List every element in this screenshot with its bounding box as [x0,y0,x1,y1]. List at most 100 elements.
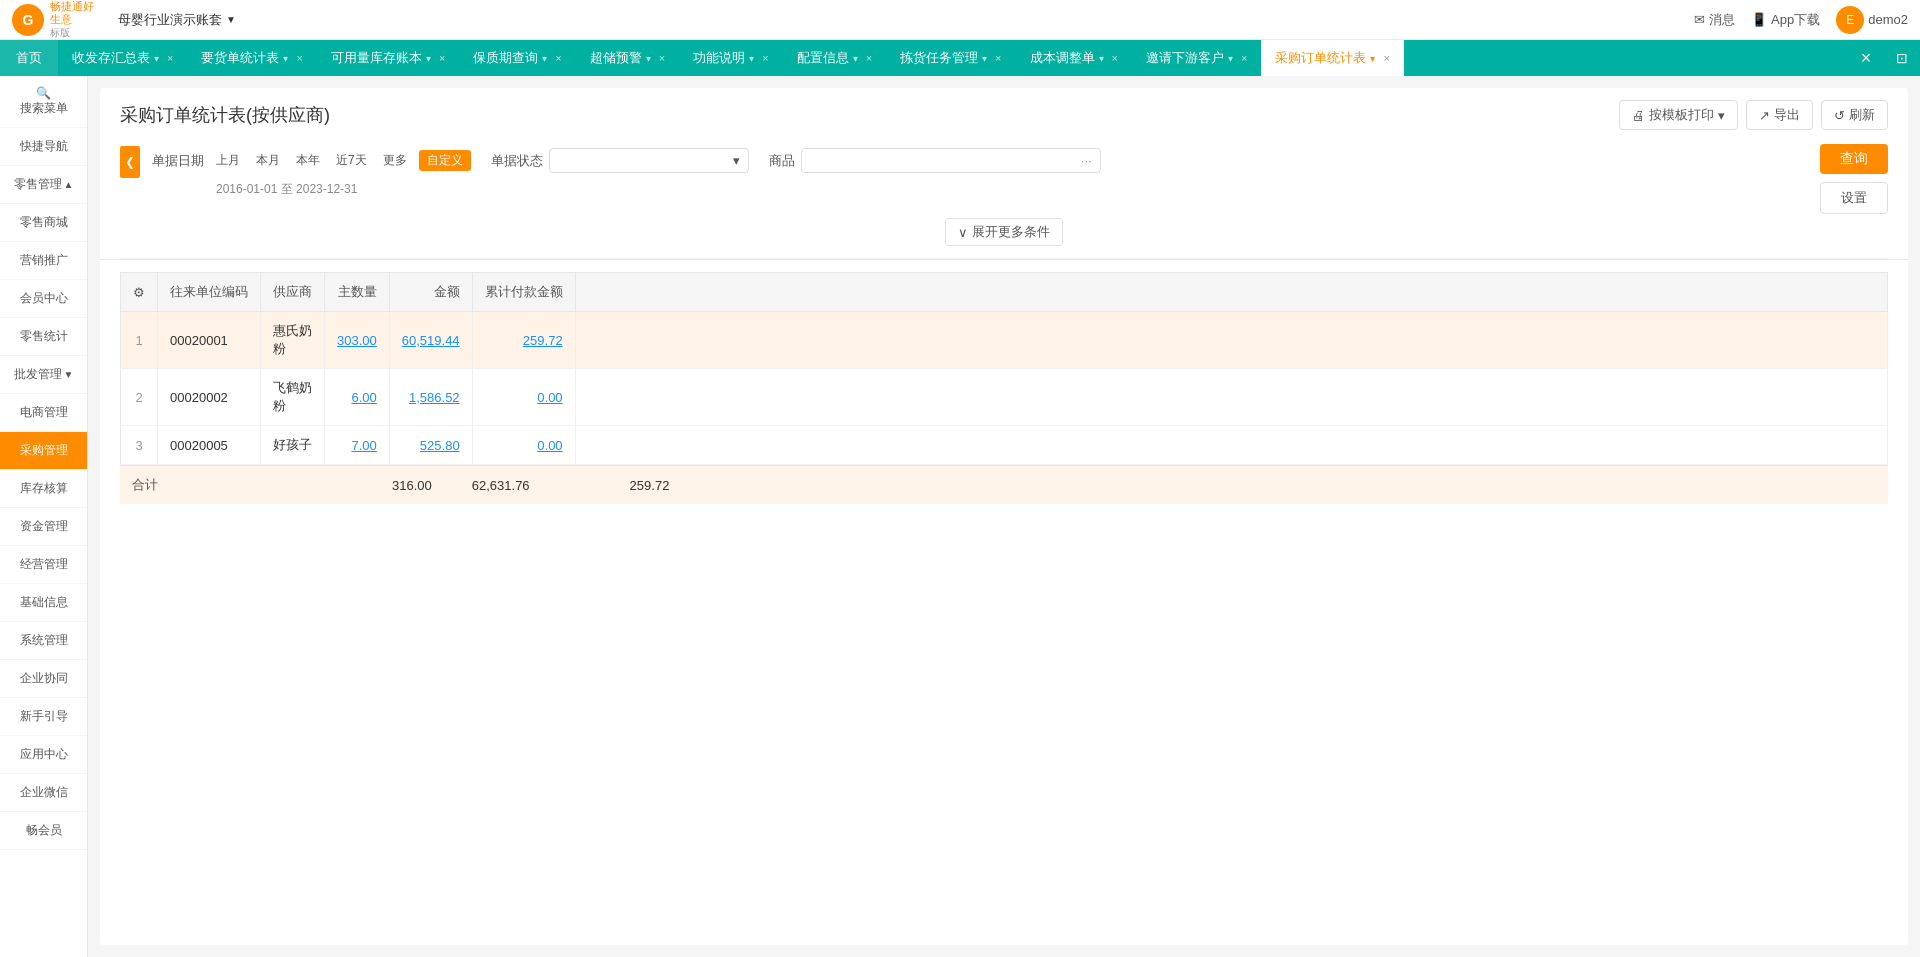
shortcut-7days[interactable]: 近7天 [330,150,373,171]
tab-overstock[interactable]: 超储预警 ▾ × [576,40,679,76]
settings-button[interactable]: 设置 [1820,182,1888,214]
sidebar-item-new-guide[interactable]: 新手引导 [0,698,87,736]
template-print-label: 按模板打印 [1649,106,1714,124]
sidebar-enterprise-wechat-label: 企业微信 [8,784,79,801]
shortcut-last-month[interactable]: 上月 [210,150,246,171]
status-filter-label: 单据状态 [491,152,543,170]
sidebar-item-marketing[interactable]: 营销推广 [0,242,87,280]
settings-icon[interactable]: ⚙ [133,285,145,300]
tab-purchase-stats[interactable]: 采购订单统计表 ▾ × [1261,40,1403,76]
tab-cost-adjust[interactable]: 成本调整单 ▾ × [1016,40,1132,76]
tab-close-icon[interactable]: × [659,52,665,64]
date-custom-badge[interactable]: 自定义 [419,150,471,171]
sidebar-item-member[interactable]: 会员中心 [0,280,87,318]
chevron-down-icon: ▼ [64,369,74,380]
sidebar-item-enterprise[interactable]: 企业协同 [0,660,87,698]
refresh-button[interactable]: ↺ 刷新 [1821,100,1888,130]
sidebar-item-enterprise-wechat[interactable]: 企业微信 [0,774,87,812]
tab-collect-pay[interactable]: 收发存汇总表 ▾ × [58,40,187,76]
tab-collect-pay-label: 收发存汇总表 [72,49,150,67]
td-supplier: 飞鹤奶粉 [261,369,325,426]
message-button[interactable]: ✉ 消息 [1694,11,1735,29]
tab-available-stock[interactable]: 可用量库存账本 ▾ × [317,40,459,76]
filter-collapse-button[interactable]: ❮ [120,146,140,178]
app-download-button[interactable]: 📱 App下载 [1751,11,1820,29]
sidebar-enterprise-label: 企业协同 [8,670,79,687]
tab-shelf-life[interactable]: 保质期查询 ▾ × [459,40,575,76]
tab-arrow-icon: ▾ [982,53,987,64]
sidebar-new-guide-label: 新手引导 [8,708,79,725]
sidebar-member2-label: 畅会员 [8,822,79,839]
tab-order-stats[interactable]: 要货单统计表 ▾ × [187,40,316,76]
query-button[interactable]: 查询 [1820,144,1888,174]
sidebar-retail-stats-label: 零售统计 [8,328,79,345]
refresh-label: 刷新 [1849,106,1875,124]
data-table: ⚙ 往来单位编码 供应商 主数量 金额 累计付款金额 [120,272,1888,465]
user-profile[interactable]: E demo2 [1836,6,1908,34]
table-row[interactable]: 3 00020005 好孩子 7.00 525.80 0.00 [121,426,1888,465]
tab-close-icon[interactable]: × [995,52,1001,64]
tab-close-icon[interactable]: × [1112,52,1118,64]
export-button[interactable]: ↗ 导出 [1746,100,1813,130]
table-row[interactable]: 2 00020002 飞鹤奶粉 6.00 1,586.52 0.00 [121,369,1888,426]
td-qty: 303.00 [325,312,390,369]
td-code: 00020002 [158,369,261,426]
shortcut-this-year[interactable]: 本年 [290,150,326,171]
th-settings[interactable]: ⚙ [121,273,158,312]
sidebar-item-finance[interactable]: 资金管理 [0,508,87,546]
nav-maximize-button[interactable]: ⊡ [1884,40,1920,76]
sidebar-item-system[interactable]: 系统管理 [0,622,87,660]
refresh-icon: ↺ [1834,108,1845,123]
tab-invite-downstream[interactable]: 邀请下游客户 ▾ × [1132,40,1261,76]
shortcut-more[interactable]: 更多 [377,150,413,171]
tab-close-icon[interactable]: × [439,52,445,64]
tab-arrow-icon: ▾ [154,53,159,64]
sidebar-item-member2[interactable]: 畅会员 [0,812,87,850]
sidebar-item-retail[interactable]: 零售管理 ▲ [0,166,87,204]
sidebar-basic-info-label: 基础信息 [8,594,79,611]
tab-close-active-icon[interactable]: × [1383,52,1389,64]
tab-close-icon[interactable]: × [1241,52,1247,64]
goods-input[interactable] [810,153,1077,168]
td-qty: 6.00 [325,369,390,426]
sidebar-item-retail-mall[interactable]: 零售商城 [0,204,87,242]
th-paid: 累计付款金额 [472,273,575,312]
shortcut-this-month[interactable]: 本月 [250,150,286,171]
tab-arrow-icon: ▾ [749,53,754,64]
sidebar-item-wholesale[interactable]: 批发管理 ▼ [0,356,87,394]
sidebar-item-quick-nav[interactable]: 快捷导航 [0,128,87,166]
tab-close-icon[interactable]: × [555,52,561,64]
workspace-selector[interactable]: 母婴行业演示账套 ▼ [118,11,236,29]
tab-close-icon[interactable]: × [762,52,768,64]
logo: G 畅捷通好生意标版 [12,0,100,39]
sidebar-item-retail-stats[interactable]: 零售统计 [0,318,87,356]
sidebar-item-purchase[interactable]: 采购管理 [0,432,87,470]
template-print-button[interactable]: 🖨 按模板打印 ▾ [1619,100,1738,130]
td-paid: 0.00 [472,369,575,426]
tab-pick-task-label: 拣货任务管理 [900,49,978,67]
tab-pick-task[interactable]: 拣货任务管理 ▾ × [886,40,1015,76]
sidebar-item-app-center[interactable]: 应用中心 [0,736,87,774]
tab-home[interactable]: 首页 [0,40,58,76]
sidebar-item-operations[interactable]: 经营管理 [0,546,87,584]
table-row[interactable]: 1 00020001 惠氏奶粉 303.00 60,519.44 259.72 [121,312,1888,369]
td-empty [575,426,1887,465]
tab-close-icon[interactable]: × [167,52,173,64]
tab-function-desc[interactable]: 功能说明 ▾ × [679,40,782,76]
tab-arrow-icon: ▾ [283,53,288,64]
nav-close-all-button[interactable]: × [1848,40,1884,76]
tab-config-info-label: 配置信息 [797,49,849,67]
sidebar-item-inventory[interactable]: 库存核算 [0,470,87,508]
tab-close-icon[interactable]: × [296,52,302,64]
sidebar-item-basic-info[interactable]: 基础信息 [0,584,87,622]
tab-config-info[interactable]: 配置信息 ▾ × [783,40,886,76]
goods-filter[interactable]: ··· [801,148,1101,173]
goods-more-icon[interactable]: ··· [1081,153,1092,168]
sidebar-app-center-label: 应用中心 [8,746,79,763]
sidebar-item-search[interactable]: 🔍 搜索菜单 [0,76,87,128]
expand-more-button[interactable]: ∨ 展开更多条件 [945,218,1063,246]
tab-close-icon[interactable]: × [866,52,872,64]
td-empty [575,369,1887,426]
status-select[interactable]: ▾ [549,148,749,173]
sidebar-item-ecommerce[interactable]: 电商管理 [0,394,87,432]
